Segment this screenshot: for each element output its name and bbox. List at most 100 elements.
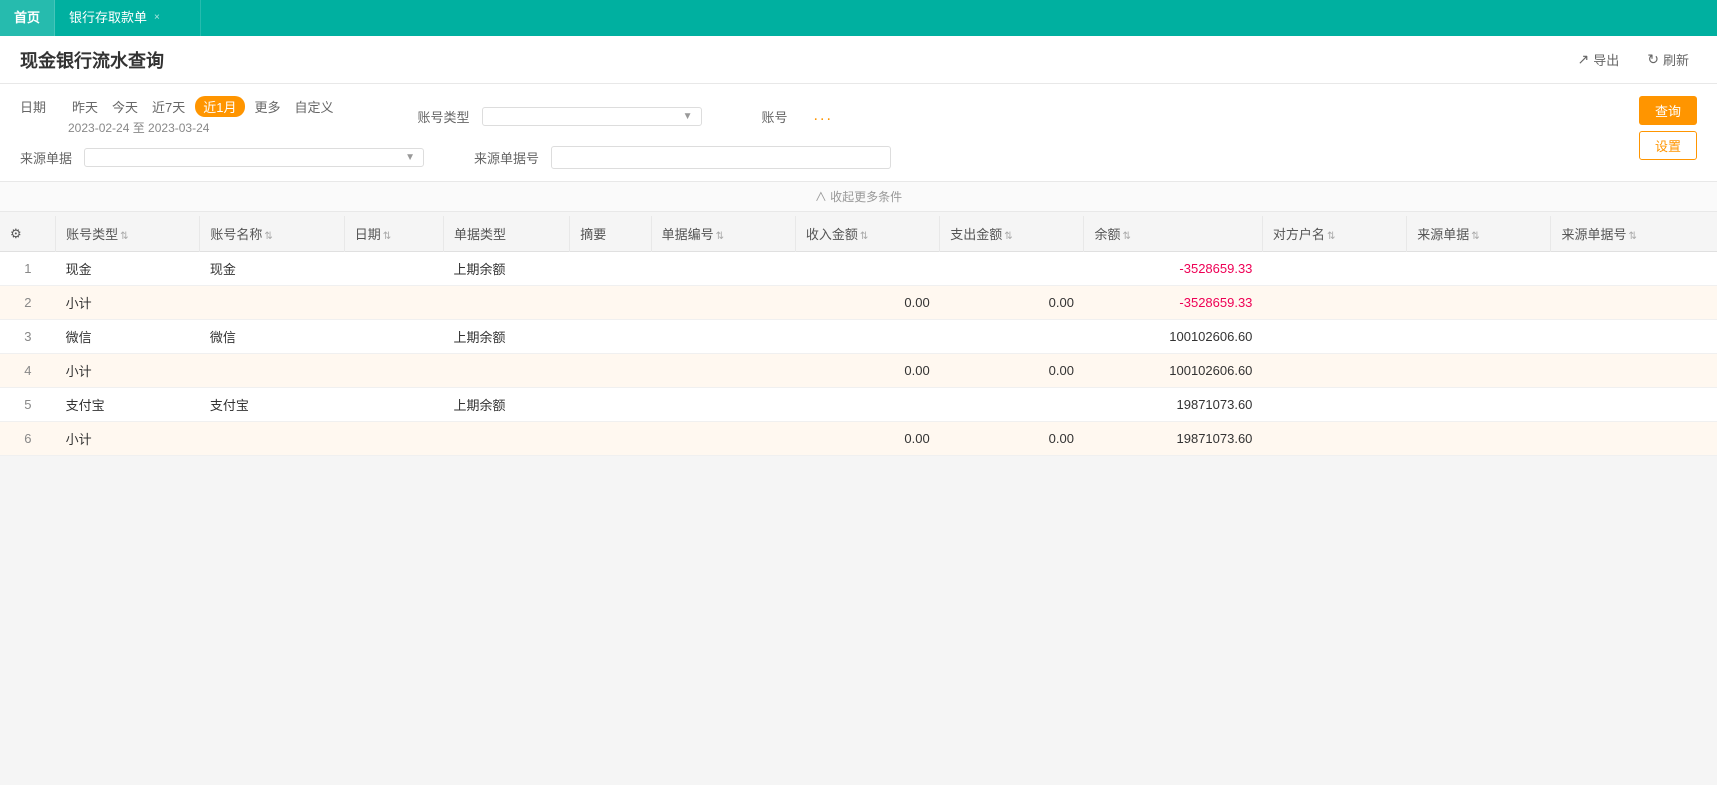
cell-source_doc_no xyxy=(1551,286,1717,320)
cell-balance: 19871073.60 xyxy=(1084,388,1262,422)
cell-counterpart xyxy=(1262,354,1406,388)
col-header-expense[interactable]: 支出金额⇅ xyxy=(940,216,1084,252)
cell-expense xyxy=(940,252,1084,286)
cell-source_doc_no xyxy=(1551,354,1717,388)
date-shortcut-3[interactable]: 近1月 xyxy=(195,96,244,117)
cell-date xyxy=(344,252,443,286)
date-shortcut-4[interactable]: 更多 xyxy=(251,96,285,117)
sort-icon-income: ⇅ xyxy=(860,231,868,242)
cell-date xyxy=(344,320,443,354)
cell-summary xyxy=(570,252,651,286)
cell-counterpart xyxy=(1262,320,1406,354)
cell-income: 0.00 xyxy=(795,354,939,388)
cell-summary xyxy=(570,320,651,354)
cell-date xyxy=(344,388,443,422)
cell-source_doc xyxy=(1407,388,1551,422)
col-header-source_doc_no[interactable]: 来源单据号⇅ xyxy=(1551,216,1717,252)
cell-source_doc xyxy=(1407,286,1551,320)
cell-source_doc_no xyxy=(1551,388,1717,422)
cell-doc_no xyxy=(651,354,795,388)
nav-home[interactable]: 首页 xyxy=(0,0,55,36)
cell-num: 3 xyxy=(0,320,56,354)
account-type-select[interactable]: ▼ xyxy=(482,107,702,126)
date-shortcut-0[interactable]: 昨天 xyxy=(68,96,102,117)
cell-account_type: 支付宝 xyxy=(56,388,200,422)
cell-summary xyxy=(570,422,651,456)
refresh-icon: ↻ xyxy=(1647,51,1659,68)
col-header-summary: 摘要 xyxy=(570,216,651,252)
cell-account_name xyxy=(200,422,344,456)
sort-icon-doc_no: ⇅ xyxy=(716,231,724,242)
col-header-balance[interactable]: 余额⇅ xyxy=(1084,216,1262,252)
sort-icon-expense: ⇅ xyxy=(1004,231,1012,242)
cell-counterpart xyxy=(1262,286,1406,320)
cell-expense: 0.00 xyxy=(940,286,1084,320)
collapse-icon: ∧ xyxy=(815,190,827,204)
cell-expense: 0.00 xyxy=(940,422,1084,456)
cell-doc_type: 上期余额 xyxy=(443,252,569,286)
filter-section: 日期 昨天今天近7天近1月更多自定义 2023-02-24 至 2023-03-… xyxy=(0,84,1717,182)
table-row: 3微信微信上期余额100102606.60 xyxy=(0,320,1717,354)
cell-expense xyxy=(940,320,1084,354)
col-header-income[interactable]: 收入金额⇅ xyxy=(795,216,939,252)
col-header-doc_no[interactable]: 单据编号⇅ xyxy=(651,216,795,252)
col-label-summary: 摘要 xyxy=(580,227,606,242)
cell-counterpart xyxy=(1262,252,1406,286)
col-header-account_name[interactable]: 账号名称⇅ xyxy=(200,216,344,252)
col-header-account_type[interactable]: 账号类型⇅ xyxy=(56,216,200,252)
col-label-balance: 余额 xyxy=(1094,227,1120,242)
cell-doc_no xyxy=(651,422,795,456)
col-header-source_doc[interactable]: 来源单据⇅ xyxy=(1407,216,1551,252)
header-actions: ↗ 导出 ↻ 刷新 xyxy=(1570,46,1698,73)
cell-account_type: 小计 xyxy=(56,286,200,320)
cell-account_name xyxy=(200,354,344,388)
cell-source_doc_no xyxy=(1551,320,1717,354)
settings-button[interactable]: 设置 xyxy=(1639,131,1697,160)
source-doc-no-input[interactable] xyxy=(551,146,891,169)
cell-account_name: 微信 xyxy=(200,320,344,354)
account-label: 账号 xyxy=(762,107,802,126)
nav-tab-close-4[interactable]: × xyxy=(154,0,160,36)
cell-balance: -3528659.33 xyxy=(1084,286,1262,320)
cell-counterpart xyxy=(1262,388,1406,422)
source-doc-select[interactable]: ▼ xyxy=(84,148,424,167)
gear-icon[interactable]: ⚙ xyxy=(10,226,22,241)
date-shortcut-5[interactable]: 自定义 xyxy=(291,96,338,117)
cell-source_doc_no xyxy=(1551,422,1717,456)
refresh-button[interactable]: ↻ 刷新 xyxy=(1639,46,1697,73)
cell-doc_type: 上期余额 xyxy=(443,320,569,354)
col-label-date: 日期 xyxy=(355,227,381,242)
collapse-bar[interactable]: ∧ 收起更多条件 xyxy=(0,182,1717,212)
cell-income: 0.00 xyxy=(795,422,939,456)
cell-num: 5 xyxy=(0,388,56,422)
query-button[interactable]: 查询 xyxy=(1639,96,1697,125)
account-dots-button[interactable]: ... xyxy=(814,107,833,125)
cell-doc_no xyxy=(651,286,795,320)
cell-income xyxy=(795,252,939,286)
collapse-label: 收起更多条件 xyxy=(830,190,902,204)
date-shortcut-1[interactable]: 今天 xyxy=(108,96,142,117)
sort-icon-account_type: ⇅ xyxy=(120,231,128,242)
cell-account_name xyxy=(200,286,344,320)
sort-icon-account_name: ⇅ xyxy=(264,231,272,242)
col-header-date[interactable]: 日期⇅ xyxy=(344,216,443,252)
export-button[interactable]: ↗ 导出 xyxy=(1570,46,1628,73)
cell-date xyxy=(344,354,443,388)
table-row: 5支付宝支付宝上期余额19871073.60 xyxy=(0,388,1717,422)
col-label-account_name: 账号名称 xyxy=(210,227,262,242)
col-header-counterpart[interactable]: 对方户名⇅ xyxy=(1262,216,1406,252)
cell-doc_no xyxy=(651,252,795,286)
sort-icon-balance: ⇅ xyxy=(1122,231,1130,242)
table-row: 6小计0.000.0019871073.60 xyxy=(0,422,1717,456)
cell-num: 4 xyxy=(0,354,56,388)
cell-doc_no xyxy=(651,388,795,422)
nav-tab-label-4: 银行存取款单 xyxy=(69,0,147,36)
nav-tab-4[interactable]: 银行存取款单× xyxy=(55,0,201,36)
page-header: 现金银行流水查询 ↗ 导出 ↻ 刷新 xyxy=(0,36,1717,84)
date-shortcut-2[interactable]: 近7天 xyxy=(148,96,189,117)
cell-summary xyxy=(570,354,651,388)
col-label-expense: 支出金额 xyxy=(950,227,1002,242)
account-type-label: 账号类型 xyxy=(418,107,470,126)
cell-account_name: 现金 xyxy=(200,252,344,286)
cell-account_type: 微信 xyxy=(56,320,200,354)
